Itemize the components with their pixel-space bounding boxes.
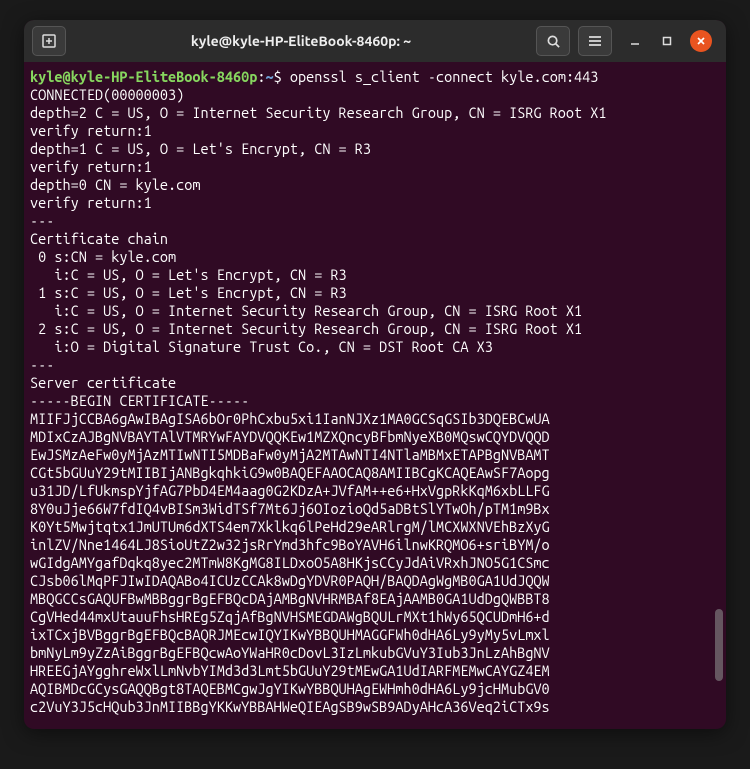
scrollbar-thumb[interactable] (715, 609, 723, 681)
titlebar: kyle@kyle-HP-EliteBook-8460p: ~ (24, 20, 726, 62)
new-tab-button[interactable] (32, 26, 66, 56)
window-controls (626, 30, 712, 52)
prompt-user-host: kyle@kyle-HP-EliteBook-8460p (30, 68, 257, 85)
menu-button[interactable] (578, 26, 612, 56)
command-text: openssl s_client -connect kyle.com:443 (290, 68, 599, 85)
close-button[interactable] (690, 30, 712, 52)
prompt-path: ~ (265, 68, 273, 85)
minimize-button[interactable] (626, 32, 644, 50)
terminal-body[interactable]: kyle@kyle-HP-EliteBook-8460p:~$ openssl … (24, 62, 726, 729)
search-button[interactable] (536, 26, 570, 56)
terminal-output: CONNECTED(00000003) depth=2 C = US, O = … (30, 86, 607, 715)
maximize-button[interactable] (658, 32, 676, 50)
window-title: kyle@kyle-HP-EliteBook-8460p: ~ (74, 33, 528, 49)
prompt-dollar: $ (274, 68, 290, 85)
terminal-window: kyle@kyle-HP-EliteBook-8460p: ~ (24, 20, 726, 729)
